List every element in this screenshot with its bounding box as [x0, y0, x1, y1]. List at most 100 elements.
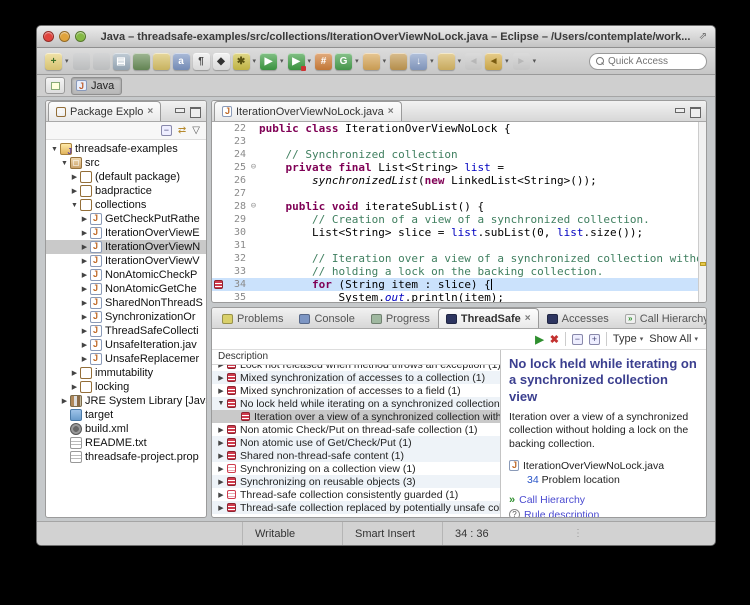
chevron-right-icon[interactable]: ▶ — [216, 439, 226, 447]
chevron-down-icon[interactable]: ▼ — [50, 146, 59, 153]
problem-row[interactable]: ▶ Thread-safe collection consistently gua… — [212, 488, 500, 501]
tree-item-target[interactable]: target — [46, 408, 206, 422]
run-icon[interactable]: ▶ — [260, 52, 278, 70]
coverage-icon[interactable]: # — [315, 52, 333, 70]
tree-item-iterationoverviewe[interactable]: ▶ IterationOverViewE — [46, 226, 206, 240]
tree-item-collections[interactable]: ▼ collections — [46, 198, 206, 212]
problem-file-name[interactable]: IterationOverViewNoLock.java — [523, 460, 664, 472]
chevron-right-icon[interactable]: ▶ — [70, 383, 79, 391]
dropdown-caret-icon[interactable]: ▾ — [253, 57, 257, 65]
tab-threadsafe[interactable]: ThreadSafe × — [437, 308, 539, 328]
dropdown-caret-icon[interactable]: ▾ — [65, 57, 69, 65]
chevron-right-icon[interactable]: ▶ — [80, 215, 89, 223]
open-resource-icon[interactable] — [362, 52, 380, 70]
problem-row[interactable]: Iteration over a view of a synchronized … — [212, 410, 500, 423]
quick-access-box[interactable] — [589, 52, 707, 70]
expand-all-icon[interactable]: + — [588, 333, 600, 345]
chevron-down-icon[interactable]: ▼ — [60, 160, 69, 167]
format-icon[interactable] — [390, 52, 408, 70]
maximize-view-button[interactable] — [689, 107, 701, 118]
tree-item-src[interactable]: ▼ src — [46, 156, 206, 170]
debug-attach-icon[interactable] — [132, 52, 150, 70]
problem-row[interactable]: ▶ Lock not released when method throws an… — [212, 365, 500, 371]
tab-accesses[interactable]: Accesses — [539, 308, 617, 328]
code-line-27[interactable]: 27 — [212, 187, 698, 200]
tree-item-locking[interactable]: ▶ locking — [46, 380, 206, 394]
tree-item-immutability[interactable]: ▶ immutability — [46, 366, 206, 380]
code-line-28[interactable]: 28 ⊖ public void iterateSubList() { — [212, 200, 698, 213]
java-brush-icon[interactable] — [152, 52, 170, 70]
problem-row[interactable]: ▶ Shared non-thread-safe content (1) — [212, 449, 500, 462]
problem-row[interactable]: ▶ Synchronizing on reusable objects (3) — [212, 475, 500, 488]
chevron-down-icon[interactable]: ▼ — [216, 400, 226, 407]
tab-editor-iterationoverviewnolock[interactable]: IterationOverViewNoLock.java × — [214, 101, 402, 121]
tree-item-unsafereplacemer[interactable]: ▶ UnsafeReplacemer — [46, 352, 206, 366]
dropdown-caret-icon[interactable]: ▾ — [308, 57, 312, 65]
tree-item-iterationoverviewn[interactable]: ▶ IterationOverViewN — [46, 240, 206, 254]
problem-row[interactable]: ▶ Synchronizing on a collection view (1) — [212, 462, 500, 475]
tree-item-threadsafe-project-prop[interactable]: threadsafe-project.prop — [46, 450, 206, 464]
chevron-right-icon[interactable]: ▶ — [216, 465, 226, 473]
code-line-32[interactable]: 32 // Iteration over a view of a synchro… — [212, 252, 698, 265]
overview-ruler[interactable] — [698, 122, 706, 302]
chevron-right-icon[interactable]: ▶ — [216, 387, 226, 395]
tab-console[interactable]: Console — [291, 308, 362, 328]
chevron-right-icon[interactable]: ▶ — [216, 504, 226, 512]
dropdown-caret-icon[interactable]: ▾ — [505, 57, 509, 65]
chevron-right-icon[interactable]: ▶ — [80, 257, 89, 265]
print-icon[interactable]: ▤ — [112, 52, 130, 70]
chevron-right-icon[interactable]: ▶ — [216, 491, 226, 499]
chevron-right-icon[interactable]: ▶ — [80, 313, 89, 321]
filter-show-all-button[interactable]: Show All ▾ — [649, 333, 698, 345]
tree-item-iterationoverviewv[interactable]: ▶ IterationOverViewV — [46, 254, 206, 268]
run-analysis-icon[interactable]: ▶ — [535, 333, 543, 346]
dropdown-caret-icon[interactable]: ▾ — [430, 57, 434, 65]
zoom-window-button[interactable] — [75, 31, 86, 42]
code-line-22[interactable]: 22 public class IterationOverViewNoLock { — [212, 122, 698, 135]
call-hierarchy-link[interactable]: » Call Hierarchy — [509, 494, 698, 506]
generate-icon[interactable]: G — [335, 52, 353, 70]
tab-call-hierarchy[interactable]: » Call Hierarchy — [617, 308, 706, 328]
tree-item-unsafeiteration-jav[interactable]: ▶ UnsafeIteration.jav — [46, 338, 206, 352]
dropdown-caret-icon[interactable]: ▾ — [458, 57, 462, 65]
tree-item--default-package-[interactable]: ▶ (default package) — [46, 170, 206, 184]
dropdown-caret-icon[interactable]: ▾ — [383, 57, 387, 65]
close-window-button[interactable] — [43, 31, 54, 42]
code-line-25[interactable]: 25 ⊖ private final List<String> list = — [212, 161, 698, 174]
chevron-right-icon[interactable]: ▶ — [80, 285, 89, 293]
collapse-all-icon[interactable]: − — [571, 333, 583, 345]
chevron-right-icon[interactable]: ▶ — [80, 341, 89, 349]
tree-item-nonatomiccheckp[interactable]: ▶ NonAtomicCheckP — [46, 268, 206, 282]
problem-line-link[interactable]: 34 — [527, 474, 539, 486]
back-icon[interactable]: ◄ — [485, 52, 503, 70]
tree-item-readme-txt[interactable]: README.txt — [46, 436, 206, 450]
chevron-right-icon[interactable]: ▶ — [216, 426, 226, 434]
tab-progress[interactable]: Progress — [363, 308, 438, 328]
chevron-right-icon[interactable]: ▶ — [80, 229, 89, 237]
code-line-26[interactable]: 26 synchronizedList(new LinkedList<Strin… — [212, 174, 698, 187]
tab-package-explorer[interactable]: Package Explo × — [48, 101, 162, 121]
maximize-view-button[interactable] — [189, 107, 201, 118]
delete-markers-icon[interactable]: ✖ — [550, 333, 559, 346]
fold-collapse-icon[interactable]: ⊖ — [248, 161, 259, 174]
code-editor[interactable]: 22 public class IterationOverViewNoLock {… — [212, 122, 698, 302]
tree-item-jre-system-library-java[interactable]: ▶ JRE System Library [Java — [46, 394, 206, 408]
view-menu-icon[interactable]: ▽ — [192, 125, 200, 136]
rule-description-link[interactable]: ? Rule description — [509, 509, 698, 517]
warning-marker-tick[interactable] — [700, 262, 706, 267]
collapse-all-icon[interactable]: − — [160, 125, 172, 136]
search-light-icon[interactable] — [437, 52, 455, 70]
tree-item-nonatomicgetche[interactable]: ▶ NonAtomicGetChe — [46, 282, 206, 296]
import-icon[interactable]: ↓ — [410, 52, 428, 70]
problem-row[interactable]: ▼ No lock held while iterating on a synch… — [212, 397, 500, 410]
description-column-header[interactable]: Description — [212, 350, 500, 365]
chevron-right-icon[interactable]: ▶ — [216, 478, 226, 486]
chevron-right-icon[interactable]: ▶ — [80, 271, 89, 279]
quick-access-input[interactable] — [608, 55, 700, 67]
dropdown-caret-icon[interactable]: ▾ — [355, 57, 359, 65]
minimize-view-button[interactable] — [174, 107, 185, 117]
code-line-30[interactable]: 30 List<String> slice = list.subList(0, … — [212, 226, 698, 239]
minimize-window-button[interactable] — [59, 31, 70, 42]
tree-item-threadsafe-examples[interactable]: ▼ threadsafe-examples — [46, 142, 206, 156]
minimize-view-button[interactable] — [674, 107, 685, 117]
